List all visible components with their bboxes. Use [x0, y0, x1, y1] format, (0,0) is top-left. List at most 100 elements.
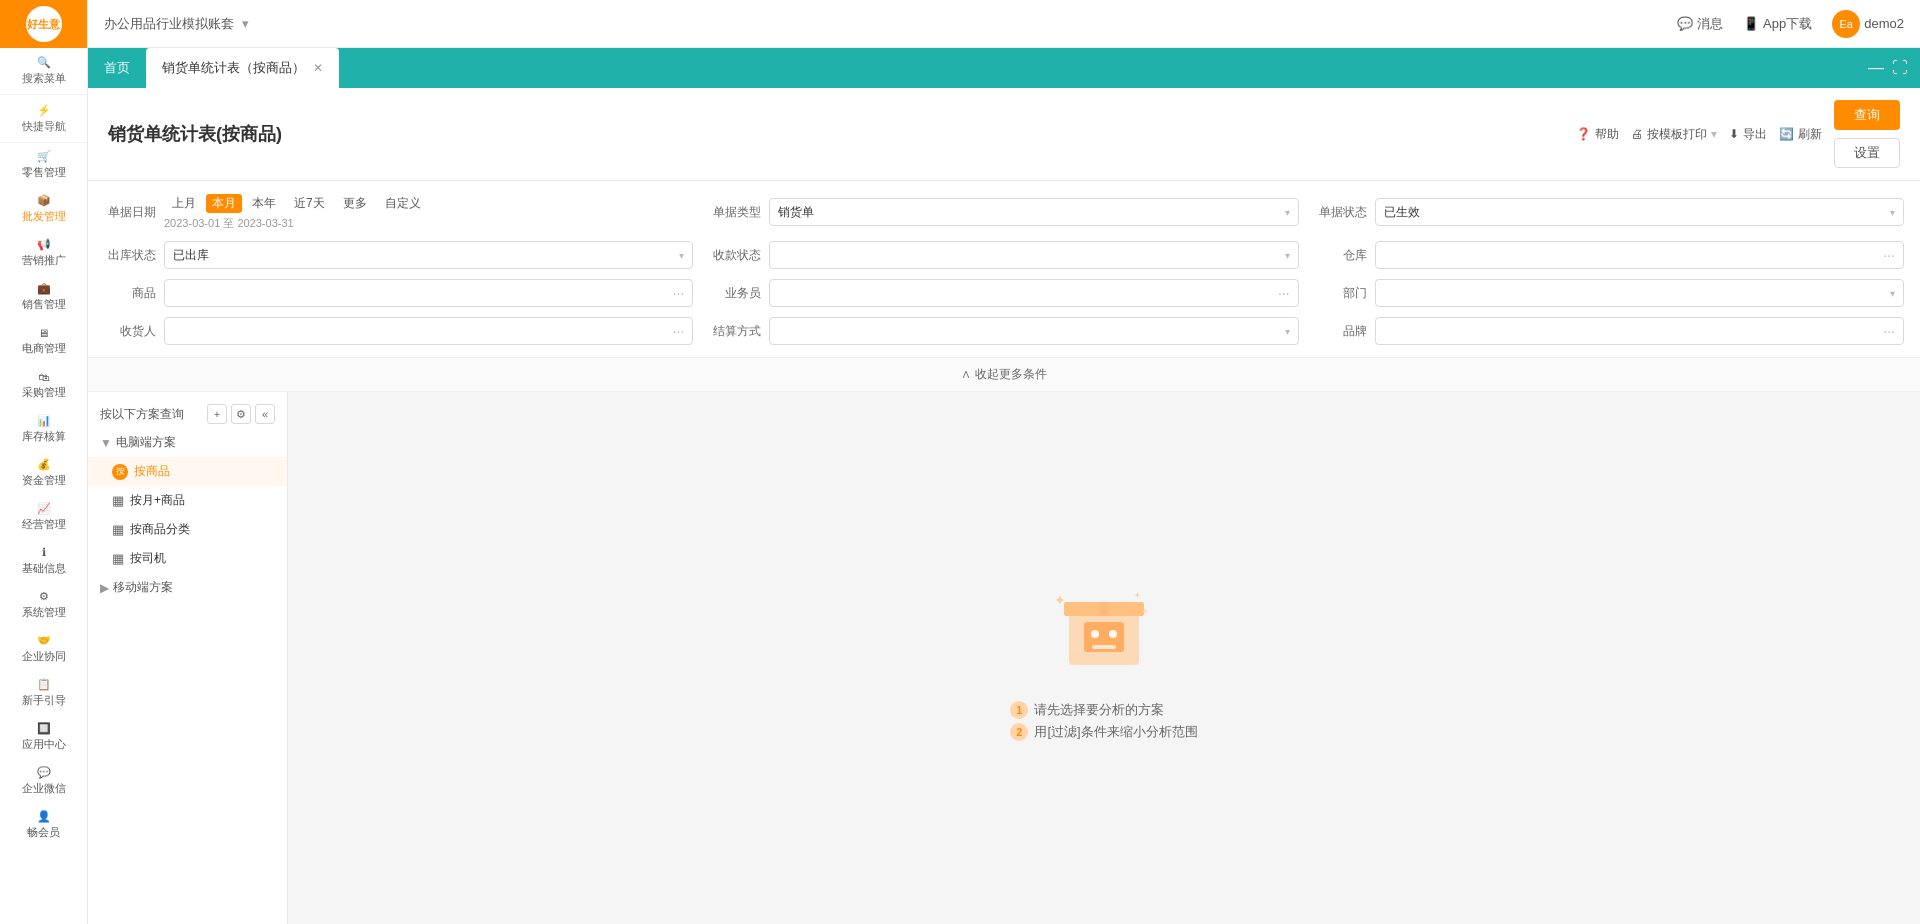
brand-input[interactable]: ··· [1375, 317, 1904, 345]
left-panel-title: 按以下方案查询 [100, 406, 184, 423]
product-scheme-icon: 按 [112, 464, 128, 480]
app-download-btn[interactable]: 📱 App下载 [1743, 15, 1812, 33]
maximize-btn[interactable]: ⛶ [1892, 59, 1908, 77]
settlement-arrow: ▾ [1285, 326, 1290, 337]
receiver-input[interactable]: ··· [164, 317, 693, 345]
filter-section: 单据日期 上月 本月 本年 近7天 更多 自定义 2023-03-01 至 20… [88, 181, 1920, 392]
inventory-label: 库存核算 [22, 429, 66, 444]
salesman-label: 业务员 [709, 285, 761, 302]
department-input[interactable]: ▾ [1375, 279, 1904, 307]
user-menu[interactable]: Ea demo2 [1832, 10, 1904, 38]
doc-type-input[interactable]: 销货单 ▾ [769, 198, 1298, 226]
tree-item-by-product[interactable]: 按 按商品 [88, 457, 287, 486]
export-btn[interactable]: ⬇ 导出 [1729, 126, 1767, 143]
date-tab-custom[interactable]: 自定义 [377, 193, 429, 214]
settings-scheme-btn[interactable]: ⚙ [231, 404, 251, 424]
sidebar-item-inventory[interactable]: 📊 库存核算 [0, 407, 87, 451]
sidebar-item-wholesale[interactable]: 📦 批发管理 [0, 187, 87, 231]
tree-expand-icon: ▼ [100, 436, 112, 450]
sidebar-item-marketing[interactable]: 📢 营销推广 [0, 231, 87, 275]
sidebar-item-ecommerce[interactable]: 🖥 电商管理 [0, 319, 87, 363]
sidebar-item-basic[interactable]: ℹ 基础信息 [0, 539, 87, 583]
tree-parent-mobile[interactable]: ▶ 移动端方案 [88, 573, 287, 602]
driver-icon: ▦ [112, 551, 124, 566]
sidebar-search[interactable]: 🔍 搜索菜单 [0, 48, 87, 95]
tree-item-by-category[interactable]: ▦ 按商品分类 [88, 515, 287, 544]
date-tab-more[interactable]: 更多 [335, 193, 375, 214]
sidebar-item-sales[interactable]: 💼 销售管理 [0, 275, 87, 319]
warehouse-input[interactable]: ··· [1375, 241, 1904, 269]
collapse-label: ∧ 收起更多条件 [961, 367, 1046, 381]
retail-label: 零售管理 [22, 165, 66, 180]
date-tab-this-year[interactable]: 本年 [244, 193, 284, 214]
out-status-label: 出库状态 [104, 247, 156, 264]
settings-button[interactable]: 设置 [1834, 138, 1900, 168]
category-label: 按商品分类 [130, 521, 190, 538]
finance-icon: 💰 [37, 458, 51, 471]
ecommerce-label: 电商管理 [22, 341, 66, 356]
filter-row-2: 出库状态 已出库 ▾ 收款状态 ▾ 仓库 [104, 241, 1904, 269]
svg-rect-2 [1064, 602, 1100, 616]
department-arrow: ▾ [1890, 288, 1895, 299]
sidebar-item-guide[interactable]: 📋 新手引导 [0, 671, 87, 715]
sidebar-item-system[interactable]: ⚙ 系统管理 [0, 583, 87, 627]
sidebar-item-enterprise[interactable]: 🤝 企业协同 [0, 627, 87, 671]
tree-parent-pc[interactable]: ▼ 电脑端方案 [88, 428, 287, 457]
settlement-input[interactable]: ▾ [769, 317, 1298, 345]
tab-sales-stat[interactable]: 销货单统计表（按商品） ✕ [146, 48, 339, 88]
sidebar-quick-nav[interactable]: ⚡ 快捷导航 [0, 95, 87, 143]
tab-close-icon[interactable]: ✕ [313, 61, 323, 75]
tree-item-by-month-product[interactable]: ▦ 按月+商品 [88, 486, 287, 515]
product-input[interactable]: ··· [164, 279, 693, 307]
enterprise-label: 企业协同 [22, 649, 66, 664]
date-tab-this-month[interactable]: 本月 [206, 194, 242, 213]
logo: 好生意 [0, 0, 87, 48]
add-scheme-btn[interactable]: + [207, 404, 227, 424]
brand-dots: ··· [1883, 323, 1895, 339]
sidebar-item-apps[interactable]: 🔲 应用中心 [0, 715, 87, 759]
collapse-panel-btn[interactable]: « [255, 404, 275, 424]
sidebar-item-purchase[interactable]: 🛍 采购管理 [0, 363, 87, 407]
workspace-dropdown-icon[interactable]: ▾ [242, 16, 249, 31]
finance-label: 资金管理 [22, 473, 66, 488]
member-icon: 👤 [37, 810, 51, 823]
sidebar-item-retail[interactable]: 🛒 零售管理 [0, 143, 87, 187]
date-tab-7days[interactable]: 近7天 [286, 193, 333, 214]
collect-status-arrow: ▾ [1285, 250, 1290, 261]
purchase-icon: 🛍 [38, 371, 49, 383]
help-btn[interactable]: ❓ 帮助 [1576, 126, 1619, 143]
sidebar-item-wechat[interactable]: 💬 企业微信 [0, 759, 87, 803]
tree-item-by-driver[interactable]: ▦ 按司机 [88, 544, 287, 573]
workspace-label: 办公用品行业模拟账套 [104, 15, 234, 33]
page-title: 销货单统计表(按商品) [108, 122, 282, 158]
basic-icon: ℹ [42, 546, 46, 559]
collect-status-input[interactable]: ▾ [769, 241, 1298, 269]
export-label: 导出 [1743, 126, 1767, 143]
refresh-btn[interactable]: 🔄 刷新 [1779, 126, 1822, 143]
settlement-filter-item: 结算方式 ▾ [709, 317, 1298, 345]
salesman-dots: ··· [1278, 285, 1290, 301]
minimize-btn[interactable]: — [1868, 59, 1884, 77]
date-tab-last-month[interactable]: 上月 [164, 193, 204, 214]
search-label: 搜索菜单 [22, 71, 66, 86]
sidebar-item-finance[interactable]: 💰 资金管理 [0, 451, 87, 495]
sidebar-item-operations[interactable]: 📈 经营管理 [0, 495, 87, 539]
empty-line-1: 1 请先选择要分析的方案 [1010, 701, 1197, 719]
tab-home[interactable]: 首页 [88, 48, 146, 88]
message-btn[interactable]: 💬 消息 [1677, 15, 1723, 33]
wechat-icon: 💬 [37, 766, 51, 779]
brand-filter-item: 品牌 ··· [1315, 317, 1904, 345]
template-print-btn[interactable]: 🖨 按模板打印 ▾ [1631, 126, 1717, 143]
sidebar-item-member[interactable]: 👤 畅会员 [0, 803, 87, 847]
brand-label: 品牌 [1315, 323, 1367, 340]
doc-type-value: 销货单 [778, 204, 814, 221]
collapse-filter-btn[interactable]: ∧ 收起更多条件 [88, 357, 1920, 391]
doc-status-input[interactable]: 已生效 ▾ [1375, 198, 1904, 226]
left-panel-header: 按以下方案查询 + ⚙ « [88, 400, 287, 428]
query-button[interactable]: 查询 [1834, 100, 1900, 130]
username: demo2 [1864, 16, 1904, 31]
out-status-input[interactable]: 已出库 ▾ [164, 241, 693, 269]
filter-row-4: 收货人 ··· 结算方式 ▾ 品牌 [104, 317, 1904, 345]
salesman-input[interactable]: ··· [769, 279, 1298, 307]
print-icon: 🖨 [1631, 127, 1643, 141]
